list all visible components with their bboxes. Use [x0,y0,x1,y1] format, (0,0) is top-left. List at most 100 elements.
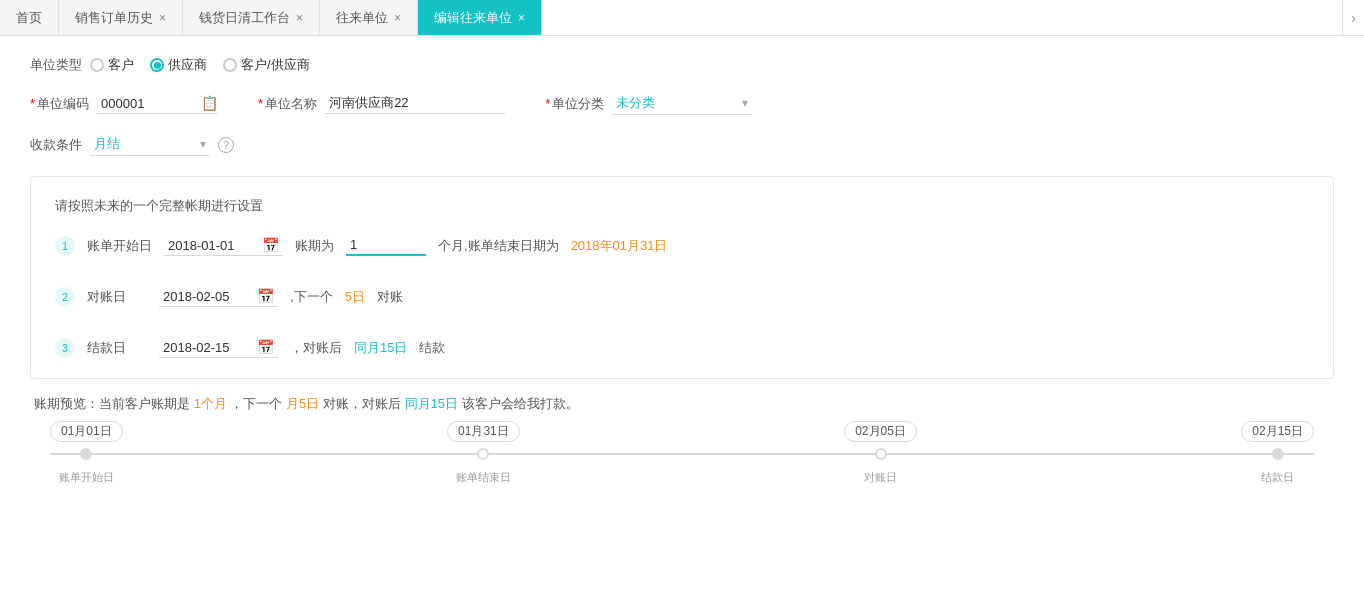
unit-code-field: *单位编码 📋 [30,94,218,114]
step-3-highlight: 同月15日 [354,339,407,357]
tab-edit-partner[interactable]: 编辑往来单位 × [418,0,542,35]
step-1-end-date: 2018年01月31日 [571,237,668,255]
preview-part2: 月5日 [286,396,319,411]
step-3-calendar-icon[interactable]: 📅 [257,339,274,355]
step-3-row: 3 结款日 📅 ，对账后 同月15日 结款 [55,337,1309,358]
radio-customer-label: 客户 [108,56,134,74]
radio-both[interactable]: 客户/供应商 [223,56,310,74]
tab-cashier-close[interactable]: × [296,11,303,25]
step-3-suffix: ，对账后 [290,339,342,357]
step-1-num: 1 [55,236,75,256]
payment-condition-field: 收款条件 月结 ▾ ? [30,133,234,156]
tab-sales-history-close[interactable]: × [159,11,166,25]
timeline: 01月01日 账单开始日 01月31日 账单结束日 02月05日 对账日 02月… [30,437,1334,497]
timeline-point-2: 02月05日 对账日 [844,449,917,485]
tl-dot-2 [875,448,887,460]
unit-category-star: * [545,96,550,111]
timeline-point-1: 01月31日 账单结束日 [447,449,520,485]
step-1-calendar-icon[interactable]: 📅 [262,237,279,253]
main-content: 单位类型 客户 供应商 客户/供应商 *单位编码 [0,36,1364,608]
unit-code-input[interactable] [97,94,197,113]
preview-suffix: 该客户会给我打款。 [462,396,579,411]
tl-sublabel-1: 账单结束日 [456,470,511,485]
preview-part1: 1个月 [194,396,227,411]
radio-both-label: 客户/供应商 [241,56,310,74]
payment-condition-select[interactable]: 月结 ▾ [90,133,210,156]
tab-partners[interactable]: 往来单位 × [320,0,418,35]
tab-partners-close[interactable]: × [394,11,401,25]
tab-sales-history[interactable]: 销售订单历史 × [59,0,183,35]
preview-part3: 同月15日 [405,396,458,411]
timeline-point-0: 01月01日 账单开始日 [50,449,123,485]
unit-name-star: * [258,96,263,111]
tab-edit-partner-label: 编辑往来单位 [434,9,512,27]
radio-supplier-circle [150,58,164,72]
tab-cashier[interactable]: 钱货日清工作台 × [183,0,320,35]
preview-section: 账期预览：当前客户账期是 1个月 ，下一个 月5日 对账，对账后 同月15日 该… [30,395,1334,413]
step-1-row: 1 账单开始日 📅 账期为 个月,账单结束日期为 2018年01月31日 [55,235,1309,256]
step-2-date-wrap: 📅 [159,286,278,307]
tl-dot-0 [80,448,92,460]
unit-category-select[interactable]: 未分类 ▾ [612,92,752,115]
step-2-highlight: 5日 [345,288,365,306]
unit-name-input[interactable] [325,94,505,114]
step-1-label: 账单开始日 [87,237,152,255]
payment-condition-value: 月结 [94,135,196,153]
tl-label-2: 02月05日 [844,421,917,442]
radio-supplier-label: 供应商 [168,56,207,74]
step-2-suffix2: 对账 [377,288,403,306]
tl-label-1: 01月31日 [447,421,520,442]
tab-sales-history-label: 销售订单历史 [75,9,153,27]
radio-customer[interactable]: 客户 [90,56,134,74]
step-1-period-input[interactable] [346,235,426,256]
tl-sublabel-3: 结款日 [1261,470,1294,485]
unit-type-radio-group: 客户 供应商 客户/供应商 [90,56,310,74]
step-3-date-wrap: 📅 [159,337,278,358]
step-1-date-input[interactable] [168,238,258,253]
unit-code-input-wrap: 📋 [97,94,218,114]
tl-sublabel-0: 账单开始日 [59,470,114,485]
unit-code-star: * [30,96,35,111]
unit-category-field: *单位分类 未分类 ▾ [545,92,752,115]
step-2-date-input[interactable] [163,289,253,304]
timeline-point-3: 02月15日 结款日 [1241,449,1314,485]
tab-cashier-label: 钱货日清工作台 [199,9,290,27]
unit-name-field: *单位名称 [258,94,505,114]
tl-dot-3 [1272,448,1284,460]
radio-customer-circle [90,58,104,72]
tl-dot-1 [477,448,489,460]
unit-type-label: 单位类型 [30,56,82,74]
calendar-icon-code[interactable]: 📋 [201,95,218,111]
tab-home-label: 首页 [16,9,42,27]
unit-code-label: *单位编码 [30,95,89,113]
step-2-label: 对账日 [87,288,147,306]
timeline-points: 01月01日 账单开始日 01月31日 账单结束日 02月05日 对账日 02月… [50,449,1314,485]
payment-condition-row: 收款条件 月结 ▾ ? [30,133,1334,156]
unit-info-row: *单位编码 📋 *单位名称 *单位分类 未分类 ▾ [30,92,1334,115]
step-2-row: 2 对账日 📅 ,下一个 5日 对账 [55,286,1309,307]
step-3-num: 3 [55,338,75,358]
settings-card: 请按照未来的一个完整帐期进行设置 1 账单开始日 📅 账期为 个月,账单结束日期… [30,176,1334,379]
tab-edit-partner-close[interactable]: × [518,11,525,25]
unit-category-value: 未分类 [616,94,738,112]
help-icon[interactable]: ? [218,137,234,153]
payment-condition-arrow: ▾ [200,137,206,151]
tabs-bar: 首页 销售订单历史 × 钱货日清工作台 × 往来单位 × 编辑往来单位 × › [0,0,1364,36]
preview-middle1: ，下一个 [230,396,282,411]
step-1-suffix: 账期为 [295,237,334,255]
tab-home[interactable]: 首页 [0,0,59,35]
unit-name-label: *单位名称 [258,95,317,113]
step-3-date-input[interactable] [163,340,253,355]
preview-middle2: 对账，对账后 [323,396,401,411]
tab-partners-label: 往来单位 [336,9,388,27]
payment-condition-label: 收款条件 [30,136,82,154]
step-3-suffix2: 结款 [419,339,445,357]
radio-supplier[interactable]: 供应商 [150,56,207,74]
step-2-calendar-icon[interactable]: 📅 [257,288,274,304]
tl-label-3: 02月15日 [1241,421,1314,442]
unit-type-field: 单位类型 客户 供应商 客户/供应商 [30,56,310,74]
radio-both-circle [223,58,237,72]
tabs-scroll-arrow[interactable]: › [1342,0,1364,35]
preview-prefix: 账期预览：当前客户账期是 [34,396,190,411]
card-title: 请按照未来的一个完整帐期进行设置 [55,197,1309,215]
